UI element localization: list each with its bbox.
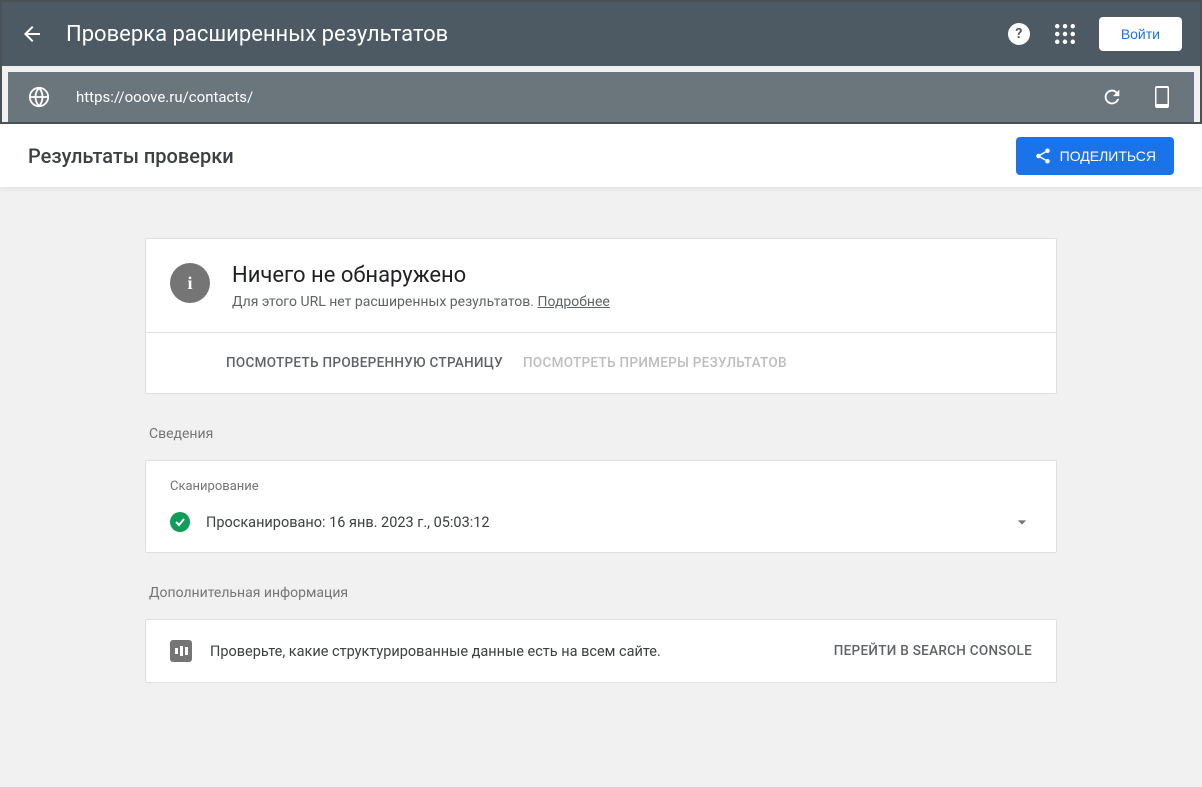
url-bar: https://ooove.ru/contacts/ — [8, 72, 1194, 122]
device-button[interactable] — [1150, 85, 1174, 109]
login-button[interactable]: Войти — [1099, 17, 1182, 51]
help-button[interactable]: ? — [1007, 22, 1031, 46]
arrow-left-icon — [20, 22, 44, 46]
goto-search-console-link[interactable]: ПЕРЕЙТИ В SEARCH CONSOLE — [834, 643, 1032, 659]
smartphone-icon — [1154, 86, 1170, 108]
apps-button[interactable] — [1053, 22, 1077, 46]
share-label: ПОДЕЛИТЬСЯ — [1060, 148, 1156, 164]
additional-info-card: Проверьте, какие структурированные данны… — [145, 619, 1057, 683]
back-button[interactable] — [20, 22, 44, 46]
scan-result-text: Просканировано: 16 янв. 2023 г., 05:03:1… — [206, 514, 996, 531]
additional-info-text: Проверьте, какие структурированные данны… — [210, 643, 816, 660]
share-icon — [1034, 147, 1052, 165]
bar-chart-icon — [170, 640, 192, 662]
app-title: Проверка расширенных результатов — [66, 22, 1007, 47]
scan-row[interactable]: Просканировано: 16 янв. 2023 г., 05:03:1… — [170, 512, 1032, 532]
scan-card: Сканирование Просканировано: 16 янв. 202… — [145, 460, 1057, 553]
url-text[interactable]: https://ooove.ru/contacts/ — [76, 88, 1100, 106]
tab-view-examples: ПОСМОТРЕТЬ ПРИМЕРЫ РЕЗУЛЬТАТОВ — [523, 355, 787, 371]
status-title: Ничего не обнаружено — [232, 263, 610, 288]
refresh-icon — [1101, 86, 1123, 108]
status-description: Для этого URL нет расширенных результато… — [232, 294, 610, 310]
results-header: Результаты проверки ПОДЕЛИТЬСЯ — [0, 124, 1202, 188]
learn-more-link[interactable]: Подробнее — [537, 294, 609, 310]
scan-label: Сканирование — [170, 479, 1032, 494]
status-card: i Ничего не обнаружено Для этого URL нет… — [145, 238, 1057, 394]
help-icon: ? — [1008, 23, 1030, 45]
details-section-label: Сведения — [149, 426, 1057, 442]
app-header: Проверка расширенных результатов ? Войти — [2, 2, 1200, 66]
refresh-button[interactable] — [1100, 85, 1124, 109]
info-icon: i — [170, 263, 210, 303]
additional-section-label: Дополнительная информация — [149, 585, 1057, 601]
globe-icon — [28, 86, 50, 108]
results-title: Результаты проверки — [28, 144, 1016, 168]
chevron-down-icon — [1012, 512, 1032, 532]
tab-view-page[interactable]: ПОСМОТРЕТЬ ПРОВЕРЕННУЮ СТРАНИЦУ — [226, 355, 503, 371]
apps-icon — [1055, 24, 1075, 44]
check-icon — [170, 512, 190, 532]
tabs-row: ПОСМОТРЕТЬ ПРОВЕРЕННУЮ СТРАНИЦУ ПОСМОТРЕ… — [146, 332, 1056, 393]
share-button[interactable]: ПОДЕЛИТЬСЯ — [1016, 137, 1174, 175]
